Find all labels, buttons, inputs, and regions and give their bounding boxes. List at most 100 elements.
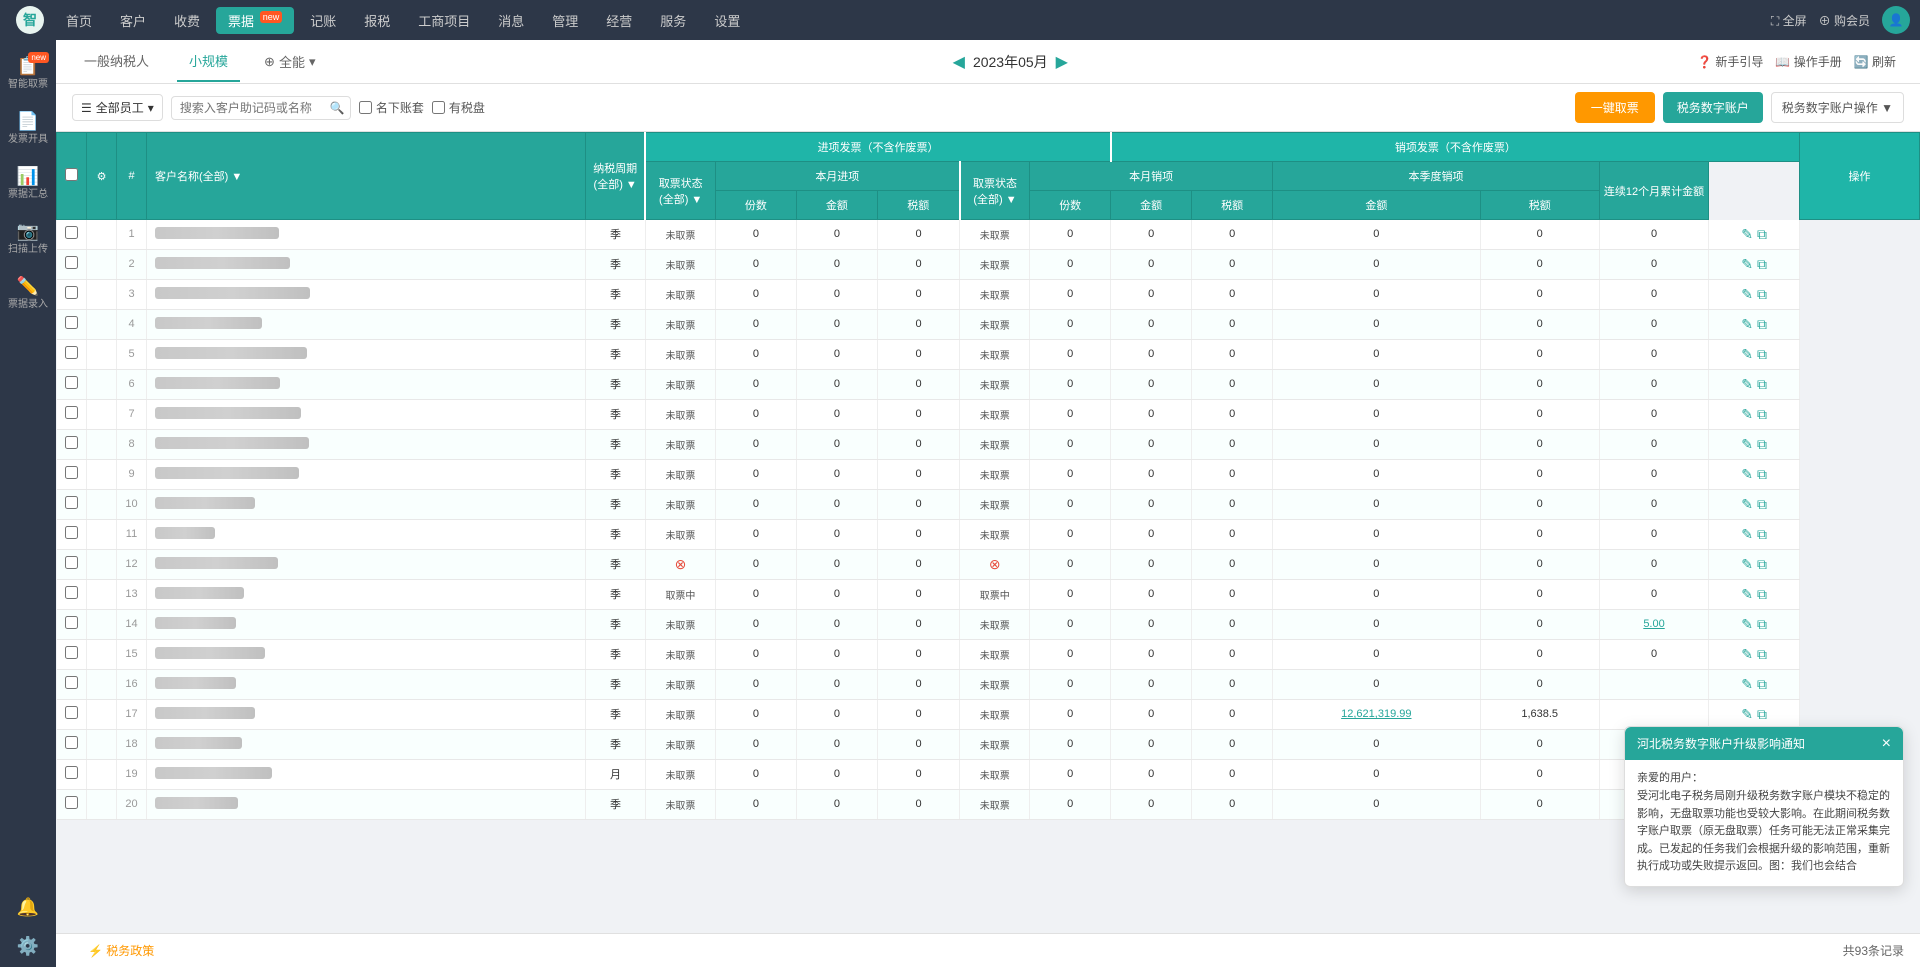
edit-icon[interactable]: ✎ (1741, 436, 1753, 453)
th-checkbox[interactable] (57, 133, 87, 220)
sidebar-item-scan-upload[interactable]: 📷 扫描上传 (3, 213, 53, 264)
nav-settings[interactable]: 设置 (702, 7, 752, 34)
edit-icon[interactable]: ✎ (1741, 346, 1753, 363)
copy-icon[interactable]: ⧉ (1757, 286, 1767, 303)
nav-manage[interactable]: 管理 (540, 7, 590, 34)
edit-icon[interactable]: ✎ (1741, 676, 1753, 693)
tax-digital-btn[interactable]: 税务数字账户 (1663, 92, 1763, 123)
row-checkbox[interactable] (65, 226, 78, 239)
copy-icon[interactable]: ⧉ (1757, 496, 1767, 513)
nav-accounting[interactable]: 记账 (298, 7, 348, 34)
row-checkbox[interactable] (65, 676, 78, 689)
copy-icon[interactable]: ⧉ (1757, 376, 1767, 393)
row-checkbox[interactable] (65, 736, 78, 749)
edit-icon[interactable]: ✎ (1741, 256, 1753, 273)
copy-icon[interactable]: ⧉ (1757, 526, 1767, 543)
sidebar-item-invoice-entry[interactable]: ✏️ 票据录入 (3, 268, 53, 319)
tax-digital-ops-btn[interactable]: 税务数字账户操作 ▼ (1771, 92, 1904, 123)
row-checkbox[interactable] (65, 406, 78, 419)
sidebar-item-intelligent[interactable]: 📋 智能取票 new (3, 48, 53, 99)
copy-icon[interactable]: ⧉ (1757, 556, 1767, 573)
refresh-btn[interactable]: 🔄 刷新 (1854, 53, 1896, 70)
sidebar-item-invoice-open[interactable]: 📄 发票开具 (3, 103, 53, 154)
guide-btn[interactable]: ❓ 新手引导 (1697, 53, 1763, 70)
nav-home[interactable]: 首页 (54, 7, 104, 34)
row-checkbox[interactable] (65, 316, 78, 329)
nav-message[interactable]: 消息 (486, 7, 536, 34)
copy-icon[interactable]: ⧉ (1757, 676, 1767, 693)
edit-icon[interactable]: ✎ (1741, 646, 1753, 663)
copy-icon[interactable]: ⧉ (1757, 586, 1767, 603)
row-checkbox[interactable] (65, 286, 78, 299)
notification-close-btn[interactable]: × (1882, 736, 1891, 752)
nav-business[interactable]: 经营 (594, 7, 644, 34)
staff-select[interactable]: ☰ 全部员工 ▾ (72, 94, 163, 121)
copy-icon[interactable]: ⧉ (1757, 346, 1767, 363)
has-taxdisk-checkbox[interactable] (432, 101, 445, 114)
row-checkbox[interactable] (65, 496, 78, 509)
nav-bizproject[interactable]: 工商项目 (406, 7, 482, 34)
edit-icon[interactable]: ✎ (1741, 406, 1753, 423)
member-btn[interactable]: ⊕ 购会员 (1819, 12, 1870, 29)
row-checkbox[interactable] (65, 796, 78, 809)
select-all-checkbox[interactable] (65, 168, 78, 181)
nav-service[interactable]: 服务 (648, 7, 698, 34)
row-checkbox[interactable] (65, 706, 78, 719)
nav-fee[interactable]: 收费 (162, 7, 212, 34)
nav-client[interactable]: 客户 (108, 7, 158, 34)
edit-icon[interactable]: ✎ (1741, 376, 1753, 393)
th-gear[interactable]: ⚙ (87, 133, 117, 220)
row-checkbox[interactable] (65, 646, 78, 659)
user-avatar[interactable]: 👤 (1882, 6, 1910, 34)
row-checkbox[interactable] (65, 556, 78, 569)
tax-policy-link[interactable]: ⚡ 税务政策 (72, 938, 170, 963)
edit-icon[interactable]: ✎ (1741, 316, 1753, 333)
tab-all[interactable]: ⊕ 全能 ▾ (256, 42, 323, 81)
edit-icon[interactable]: ✎ (1741, 466, 1753, 483)
copy-icon[interactable]: ⧉ (1757, 436, 1767, 453)
search-icon[interactable]: 🔍 (330, 101, 345, 115)
th-tax-period[interactable]: 纳税周期(全部) ▼ (585, 133, 645, 220)
edit-icon[interactable]: ✎ (1741, 496, 1753, 513)
edit-icon[interactable]: ✎ (1741, 556, 1753, 573)
my-accounts-checkbox[interactable] (359, 101, 372, 114)
batch-fetch-btn[interactable]: 一键取票 (1575, 92, 1655, 123)
tab-general[interactable]: 一般纳税人 (72, 41, 161, 82)
copy-icon[interactable]: ⧉ (1757, 616, 1767, 633)
row-checkbox[interactable] (65, 616, 78, 629)
th-client-name[interactable]: 客户名称(全部) ▼ (147, 133, 586, 220)
row-checkbox[interactable] (65, 346, 78, 359)
checkbox-my-accounts[interactable]: 名下账套 (359, 99, 424, 116)
row-checkbox[interactable] (65, 766, 78, 779)
edit-icon[interactable]: ✎ (1741, 616, 1753, 633)
th-income-fetch-status[interactable]: 取票状态(全部) ▼ (645, 162, 715, 220)
row-checkbox[interactable] (65, 526, 78, 539)
sidebar-item-notification[interactable]: 🔔 (3, 889, 53, 928)
nav-tax[interactable]: 报税 (352, 7, 402, 34)
sidebar-item-invoice-summary[interactable]: 📊 票据汇总 (3, 158, 53, 209)
fullscreen-btn[interactable]: ⛶ 全屏 (1771, 12, 1807, 29)
edit-icon[interactable]: ✎ (1741, 286, 1753, 303)
row-checkbox[interactable] (65, 256, 78, 269)
copy-icon[interactable]: ⧉ (1757, 256, 1767, 273)
copy-icon[interactable]: ⧉ (1757, 646, 1767, 663)
search-input[interactable] (171, 96, 351, 120)
edit-icon[interactable]: ✎ (1741, 586, 1753, 603)
tab-small[interactable]: 小规模 (177, 41, 240, 82)
edit-icon[interactable]: ✎ (1741, 526, 1753, 543)
th-sales-fetch-status[interactable]: 取票状态(全部) ▼ (960, 162, 1030, 220)
total12-value[interactable]: 5.00 (1643, 618, 1664, 630)
copy-icon[interactable]: ⧉ (1757, 406, 1767, 423)
quarter-amount-value[interactable]: 12,621,319.99 (1341, 708, 1411, 720)
checkbox-has-taxdisk[interactable]: 有税盘 (432, 99, 485, 116)
edit-icon[interactable]: ✎ (1741, 226, 1753, 243)
copy-icon[interactable]: ⧉ (1757, 316, 1767, 333)
row-checkbox[interactable] (65, 586, 78, 599)
nav-invoice[interactable]: 票据 new (216, 7, 294, 34)
edit-icon[interactable]: ✎ (1741, 706, 1753, 723)
sidebar-item-settings[interactable]: ⚙️ (3, 928, 53, 967)
manual-btn[interactable]: 📖 操作手册 (1775, 53, 1841, 70)
row-checkbox[interactable] (65, 376, 78, 389)
copy-icon[interactable]: ⧉ (1757, 466, 1767, 483)
copy-icon[interactable]: ⧉ (1757, 226, 1767, 243)
